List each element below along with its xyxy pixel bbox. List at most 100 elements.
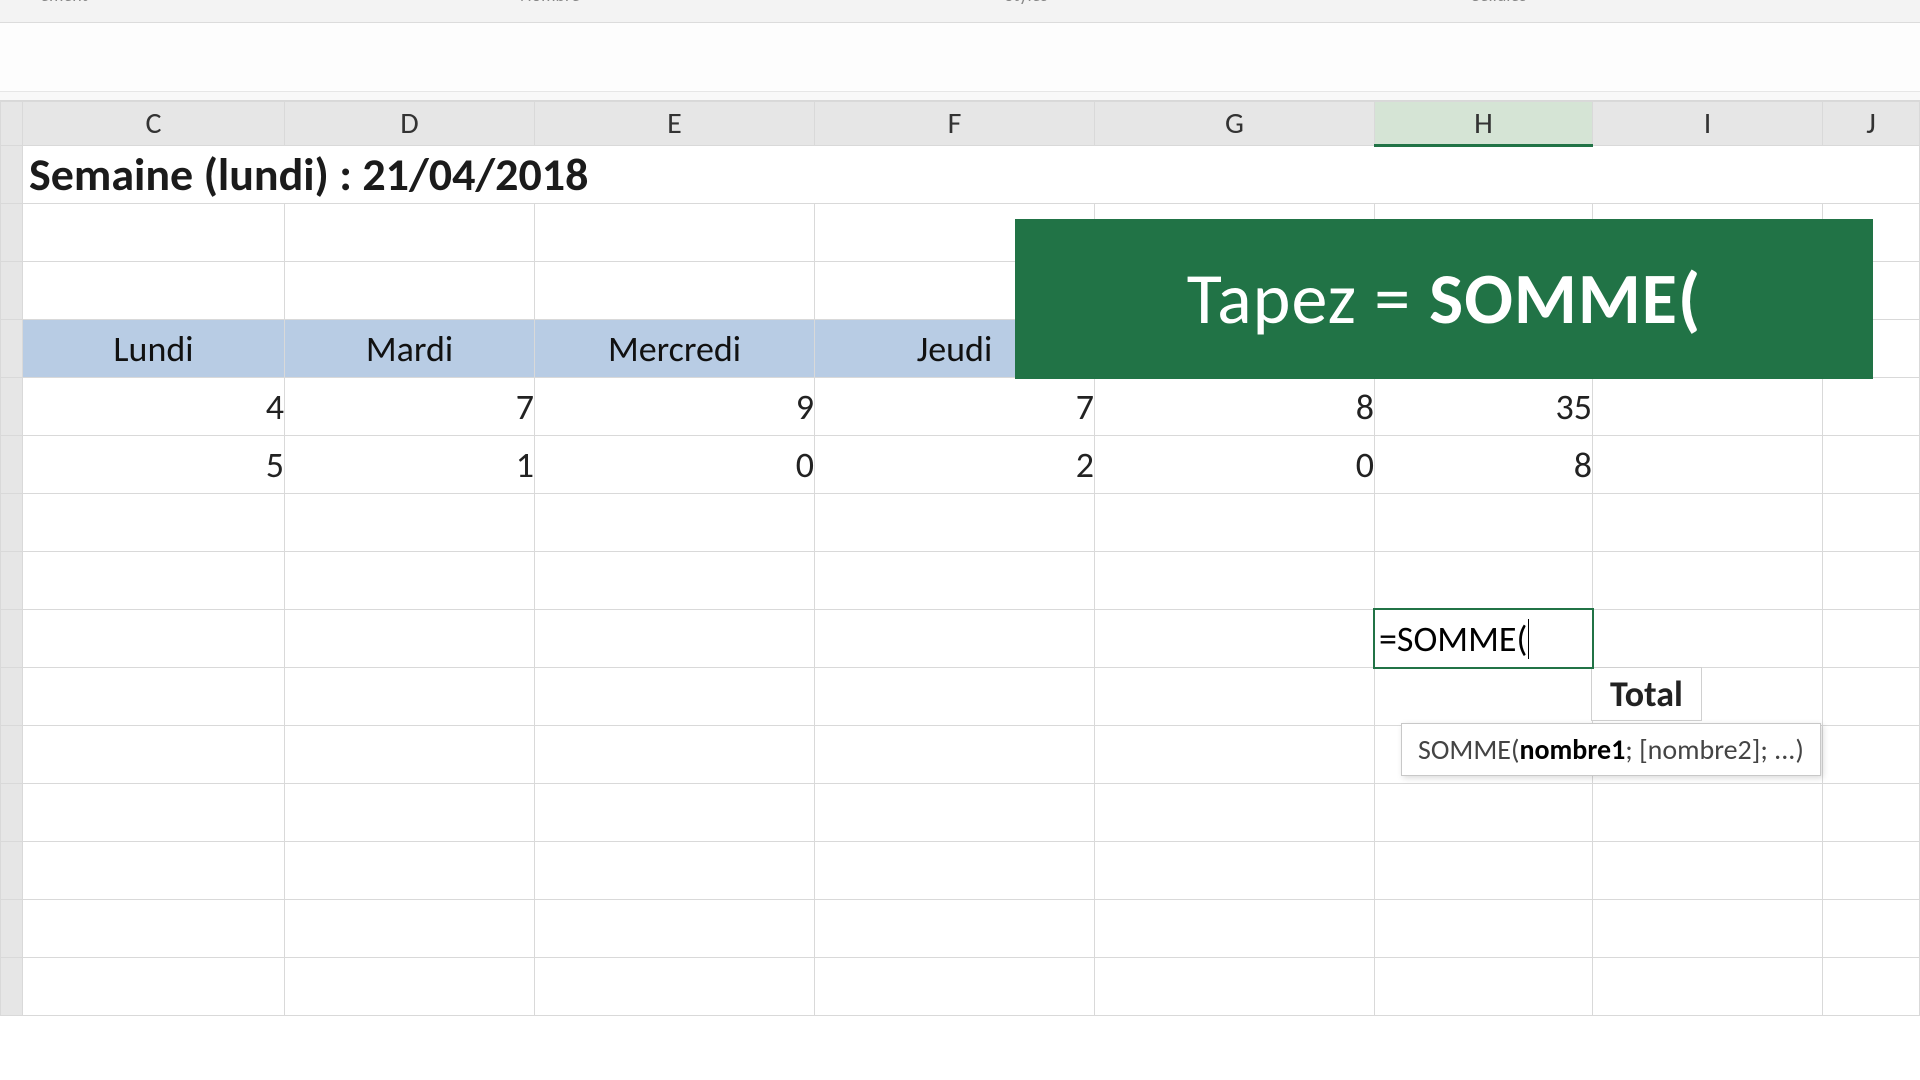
cell[interactable] — [1095, 784, 1375, 842]
cell[interactable] — [815, 552, 1095, 610]
cell[interactable] — [1823, 436, 1920, 494]
cell[interactable] — [23, 552, 285, 610]
cell[interactable] — [285, 494, 535, 552]
cell[interactable] — [535, 958, 815, 1016]
cell[interactable] — [815, 610, 1095, 668]
cell[interactable] — [1823, 668, 1920, 726]
cell[interactable] — [23, 204, 285, 262]
cell[interactable]: 9 — [535, 378, 815, 436]
cell[interactable] — [535, 668, 815, 726]
row-header[interactable] — [1, 378, 23, 436]
cell[interactable] — [815, 784, 1095, 842]
cell[interactable] — [1375, 900, 1593, 958]
cell[interactable]: 4 — [23, 378, 285, 436]
cell[interactable] — [1593, 436, 1823, 494]
cell[interactable] — [1823, 958, 1920, 1016]
column-header[interactable]: F — [815, 102, 1095, 146]
cell[interactable] — [535, 784, 815, 842]
cell[interactable] — [285, 610, 535, 668]
cell[interactable] — [815, 494, 1095, 552]
cell[interactable] — [1375, 784, 1593, 842]
cell[interactable] — [1823, 378, 1920, 436]
column-header-row[interactable]: C D E F G H I J — [1, 102, 1920, 146]
column-header[interactable]: I — [1593, 102, 1823, 146]
cell[interactable] — [1095, 668, 1375, 726]
cell[interactable] — [1095, 958, 1375, 1016]
cell[interactable] — [285, 668, 535, 726]
cell[interactable] — [535, 842, 815, 900]
cell[interactable] — [1095, 726, 1375, 784]
cell[interactable] — [1593, 958, 1823, 1016]
cell[interactable] — [1095, 610, 1375, 668]
row-header[interactable] — [1, 784, 23, 842]
cell[interactable] — [1375, 842, 1593, 900]
cell[interactable] — [1593, 552, 1823, 610]
cell[interactable] — [815, 842, 1095, 900]
cell[interactable] — [285, 726, 535, 784]
cell[interactable] — [1823, 726, 1920, 784]
cell[interactable] — [1375, 958, 1593, 1016]
cell[interactable] — [1593, 842, 1823, 900]
row-header[interactable] — [1, 842, 23, 900]
cell[interactable]: 35 — [1375, 378, 1593, 436]
cell[interactable] — [535, 494, 815, 552]
row-header[interactable] — [1, 610, 23, 668]
row-header[interactable] — [1, 494, 23, 552]
row-header[interactable] — [1, 320, 23, 378]
row-header[interactable] — [1, 900, 23, 958]
row-header[interactable] — [1, 726, 23, 784]
cell[interactable] — [1095, 494, 1375, 552]
table-header[interactable]: Lundi — [23, 320, 285, 378]
column-header[interactable]: C — [23, 102, 285, 146]
cell[interactable] — [535, 552, 815, 610]
cell[interactable] — [535, 262, 815, 320]
cell[interactable] — [1593, 784, 1823, 842]
cell[interactable] — [285, 958, 535, 1016]
cell[interactable] — [1823, 842, 1920, 900]
cell[interactable] — [23, 726, 285, 784]
cell[interactable] — [23, 958, 285, 1016]
cell[interactable] — [285, 552, 535, 610]
cell[interactable] — [1095, 842, 1375, 900]
cell[interactable]: 5 — [23, 436, 285, 494]
cell[interactable]: 0 — [1095, 436, 1375, 494]
cell[interactable] — [1593, 610, 1823, 668]
cell[interactable]: 1 — [285, 436, 535, 494]
cell[interactable] — [535, 726, 815, 784]
cell[interactable] — [1823, 552, 1920, 610]
cell[interactable]: 8 — [1375, 436, 1593, 494]
editing-cell[interactable]: =SOMME( Total SOMME(nombre1; [nombre2]; … — [1375, 610, 1593, 668]
cell[interactable] — [285, 784, 535, 842]
cell[interactable] — [815, 900, 1095, 958]
cell[interactable] — [1593, 900, 1823, 958]
cell[interactable] — [23, 842, 285, 900]
cell[interactable] — [815, 726, 1095, 784]
cell[interactable] — [535, 900, 815, 958]
column-header-selected[interactable]: H — [1375, 102, 1593, 146]
cell[interactable] — [285, 900, 535, 958]
cell[interactable] — [1593, 378, 1823, 436]
cell[interactable] — [1375, 552, 1593, 610]
cell[interactable] — [815, 668, 1095, 726]
column-header[interactable]: D — [285, 102, 535, 146]
cell[interactable]: 2 — [815, 436, 1095, 494]
row-header[interactable] — [1, 552, 23, 610]
cell[interactable] — [23, 494, 285, 552]
column-header[interactable]: G — [1095, 102, 1375, 146]
cell[interactable] — [23, 900, 285, 958]
row-header[interactable] — [1, 958, 23, 1016]
cell[interactable] — [23, 262, 285, 320]
cell-editor[interactable]: =SOMME( — [1373, 608, 1594, 669]
cell[interactable] — [1823, 900, 1920, 958]
cell[interactable]: 8 — [1095, 378, 1375, 436]
cell[interactable] — [1823, 610, 1920, 668]
cell[interactable]: 7 — [285, 378, 535, 436]
cell[interactable] — [535, 204, 815, 262]
cell[interactable] — [535, 610, 815, 668]
cell[interactable]: 7 — [815, 378, 1095, 436]
cell[interactable] — [1823, 784, 1920, 842]
row-header[interactable] — [1, 146, 23, 204]
cell[interactable] — [23, 668, 285, 726]
cell[interactable] — [285, 204, 535, 262]
table-header[interactable]: Mardi — [285, 320, 535, 378]
